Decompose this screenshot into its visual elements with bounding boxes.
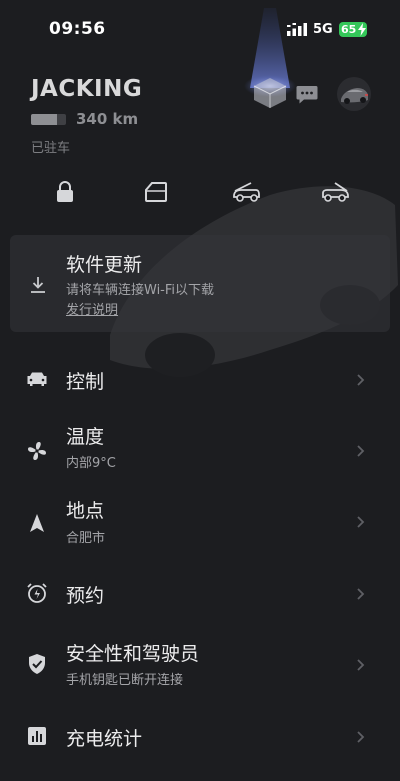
update-subtitle: 请将车辆连接Wi-Fi以下载 — [66, 283, 215, 298]
range-battery-bar — [31, 114, 66, 125]
menu-label: 温度 — [66, 426, 105, 448]
door-icon — [145, 182, 167, 202]
frunk-icon — [233, 182, 260, 202]
status-bar: 09:56 5G 65 — [0, 0, 400, 60]
message-icon[interactable] — [296, 85, 318, 105]
menu-label: 充电统计 — [66, 728, 143, 750]
fan-icon — [26, 440, 48, 462]
quick-controls — [0, 176, 400, 208]
release-notes-link[interactable]: 发行说明 — [66, 299, 118, 318]
menu-sub: 手机钥匙已断开连接 — [66, 673, 184, 688]
location-arrow-icon — [26, 512, 48, 534]
profile-avatar[interactable] — [337, 77, 371, 111]
lock-button[interactable] — [49, 176, 81, 208]
update-title: 软件更新 — [66, 254, 143, 276]
battery-indicator: 65 — [339, 22, 367, 37]
frunk-button[interactable] — [230, 176, 262, 208]
menu-item-charging-stats[interactable]: 充电统计 — [0, 706, 400, 766]
vehicle-status: 已驻车 — [31, 141, 71, 156]
shield-icon — [26, 653, 48, 675]
menu-item-location[interactable]: 地点 合肥市 — [0, 492, 400, 552]
software-update-card[interactable]: 软件更新 请将车辆连接Wi-Fi以下载 发行说明 — [10, 235, 390, 332]
chevron-right-icon — [357, 374, 365, 386]
menu-item-controls[interactable]: 控制 — [0, 349, 400, 409]
menu-sub: 内部9°C — [66, 456, 116, 471]
trunk-button[interactable] — [320, 176, 352, 208]
menu-label: 安全性和驾驶员 — [66, 643, 200, 665]
chevron-right-icon — [357, 659, 365, 671]
chevron-right-icon — [357, 588, 365, 600]
chevron-right-icon — [357, 516, 365, 528]
menu-item-schedule[interactable]: 预约 — [0, 563, 400, 623]
status-time: 09:56 — [49, 19, 106, 39]
download-icon — [31, 277, 45, 293]
menu-label: 预约 — [66, 585, 105, 607]
car-avatar-image — [341, 88, 368, 104]
menu-label: 地点 — [66, 500, 105, 522]
menu-item-climate[interactable]: 温度 内部9°C — [0, 420, 400, 480]
car-icon — [26, 368, 48, 390]
chevron-right-icon — [357, 445, 365, 457]
range-battery-fill — [31, 114, 58, 125]
lock-icon — [57, 181, 73, 202]
range-value: 340 km — [76, 110, 139, 128]
trunk-icon — [322, 182, 349, 202]
menu-sub: 合肥市 — [66, 531, 106, 546]
vehicle-name: JACKING — [31, 76, 143, 102]
menu-label: 控制 — [66, 371, 105, 393]
door-button[interactable] — [140, 176, 172, 208]
chevron-right-icon — [357, 731, 365, 743]
bar-chart-icon — [26, 725, 48, 747]
alarm-clock-icon — [26, 582, 48, 604]
battery-level: 65 — [341, 23, 357, 36]
network-type: 5G — [313, 22, 333, 37]
menu-item-safety[interactable]: 安全性和驾驶员 手机钥匙已断开连接 — [0, 634, 400, 694]
charging-bolt-icon — [358, 23, 366, 36]
